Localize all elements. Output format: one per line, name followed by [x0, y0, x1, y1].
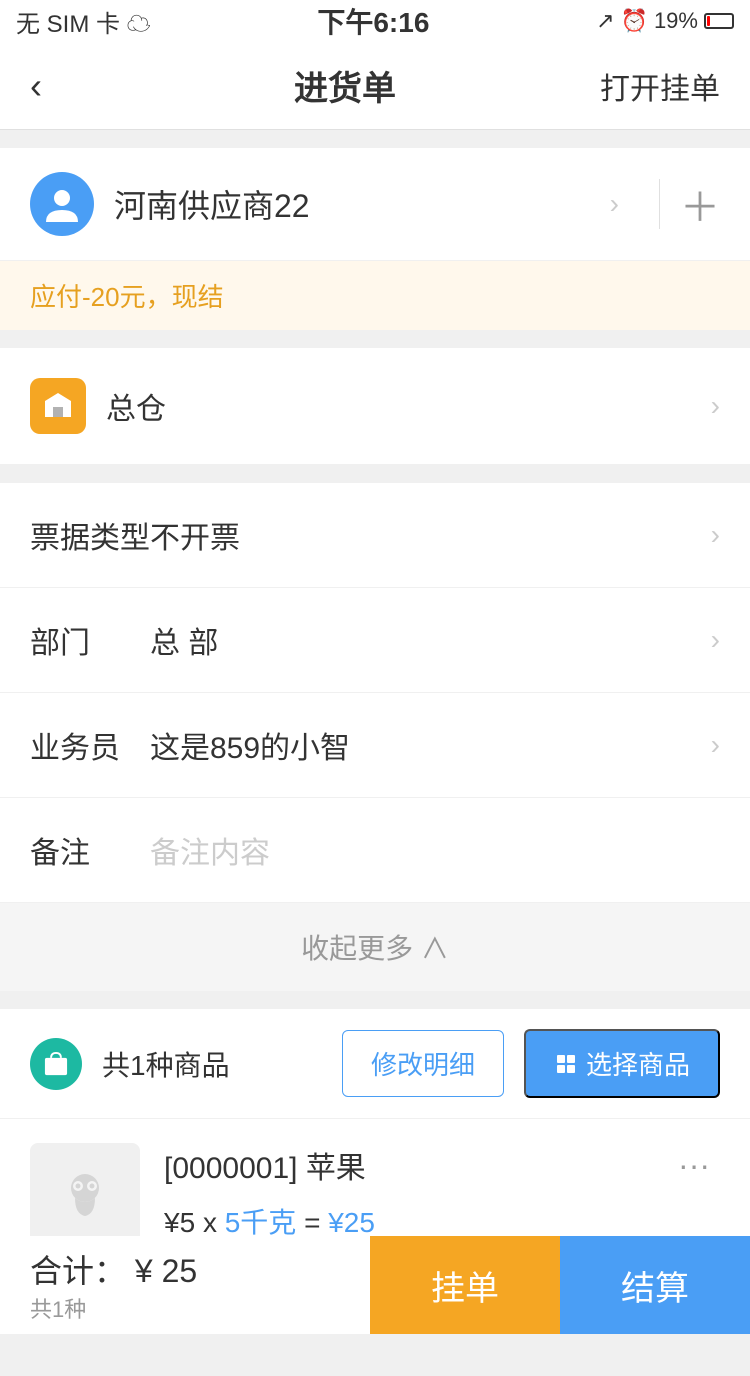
total-label: 合计： [30, 1253, 126, 1289]
add-supplier-button[interactable]: ＋ [680, 175, 720, 233]
salesperson-label: 业务员 [30, 723, 150, 767]
vertical-divider [659, 179, 660, 229]
location-icon: ↗ [596, 8, 614, 34]
sim-label: 无 SIM 卡 ☁ [16, 4, 151, 39]
invoice-type-label: 票据类型 [30, 513, 150, 557]
supplier-avatar [30, 172, 94, 236]
warehouse-row[interactable]: 总仓 › [0, 348, 750, 465]
salesperson-chevron: › [711, 729, 720, 761]
alarm-icon: ⏰ [621, 8, 648, 34]
total-section: 合计： ¥ 25 共1种 [0, 1246, 370, 1324]
checkout-button[interactable]: 结算 [560, 1236, 750, 1334]
notice-bar: 应付-20元，现结 [0, 261, 750, 330]
remark-row[interactable]: 备注 备注内容 [0, 798, 750, 903]
back-button[interactable]: ‹ [30, 65, 90, 107]
status-right: ↗ ⏰ 19% [596, 8, 734, 34]
total-amount: 合计： ¥ 25 [30, 1246, 340, 1292]
status-bar: 无 SIM 卡 ☁ 下午6:16 ↗ ⏰ 19% [0, 0, 750, 42]
battery-icon [704, 13, 734, 29]
supplier-name: 河南供应商22 [114, 181, 610, 227]
product-more-button[interactable]: ··· [668, 1143, 720, 1188]
invoice-type-chevron: › [711, 519, 720, 551]
department-value: 总 部 [150, 618, 711, 662]
products-count: 共1种商品 [102, 1044, 322, 1084]
product-name: [0000001] 苹果 [164, 1143, 644, 1187]
select-product-label: 选择商品 [586, 1045, 690, 1082]
edit-detail-button[interactable]: 修改明细 [342, 1030, 504, 1097]
warehouse-section: 总仓 › [0, 348, 750, 465]
multiply-sign: x [203, 1207, 225, 1238]
invoice-type-value: 不开票 [150, 513, 711, 557]
bottom-bar: 合计： ¥ 25 共1种 挂单 结算 [0, 1236, 750, 1334]
salesperson-row[interactable]: 业务员 这是859的小智 › [0, 693, 750, 798]
warehouse-icon-bg [30, 378, 86, 434]
warehouse-chevron: › [711, 390, 720, 422]
total-value: ¥ 25 [135, 1253, 197, 1289]
warehouse-name: 总仓 [106, 384, 711, 428]
salesperson-value: 这是859的小智 [150, 723, 711, 767]
section-gap-3 [0, 465, 750, 483]
section-gap-1 [0, 130, 750, 148]
open-pending-button[interactable]: 打开挂单 [600, 64, 720, 108]
chevron-right-icon: › [610, 188, 619, 220]
status-time: 下午6:16 [317, 1, 429, 41]
select-product-button[interactable]: 选择商品 [524, 1029, 720, 1098]
section-gap-4 [0, 991, 750, 1009]
form-section: 票据类型 不开票 › 部门 总 部 › 业务员 这是859的小智 › 备注 备注… [0, 483, 750, 903]
products-header: 共1种商品 修改明细 选择商品 [0, 1009, 750, 1119]
product-info: [0000001] 苹果 ¥5 x 5千克 = ¥25 [164, 1143, 644, 1241]
nav-bar: ‹ 进货单 打开挂单 [0, 42, 750, 130]
product-price: ¥5 [164, 1207, 195, 1238]
remark-label: 备注 [30, 828, 150, 872]
page-title: 进货单 [294, 61, 396, 110]
supplier-row[interactable]: 河南供应商22 › ＋ [0, 148, 750, 261]
department-chevron: › [711, 624, 720, 656]
product-qty: 5千克 [225, 1207, 297, 1238]
department-row[interactable]: 部门 总 部 › [0, 588, 750, 693]
battery-label: 19% [654, 8, 698, 34]
status-left: 无 SIM 卡 ☁ [16, 4, 151, 39]
products-icon [30, 1038, 82, 1090]
remark-input[interactable]: 备注内容 [150, 828, 720, 872]
product-total: ¥25 [328, 1207, 375, 1238]
supplier-section: 河南供应商22 › ＋ 应付-20元，现结 [0, 148, 750, 330]
collapse-bar[interactable]: 收起更多 ∧ [0, 903, 750, 991]
section-gap-2 [0, 330, 750, 348]
invoice-type-row[interactable]: 票据类型 不开票 › [0, 483, 750, 588]
product-price-row: ¥5 x 5千克 = ¥25 [164, 1201, 644, 1241]
pending-button[interactable]: 挂单 [370, 1236, 560, 1334]
total-count: 共1种 [30, 1292, 340, 1324]
department-label: 部门 [30, 618, 150, 662]
equals-sign: = [304, 1207, 328, 1238]
